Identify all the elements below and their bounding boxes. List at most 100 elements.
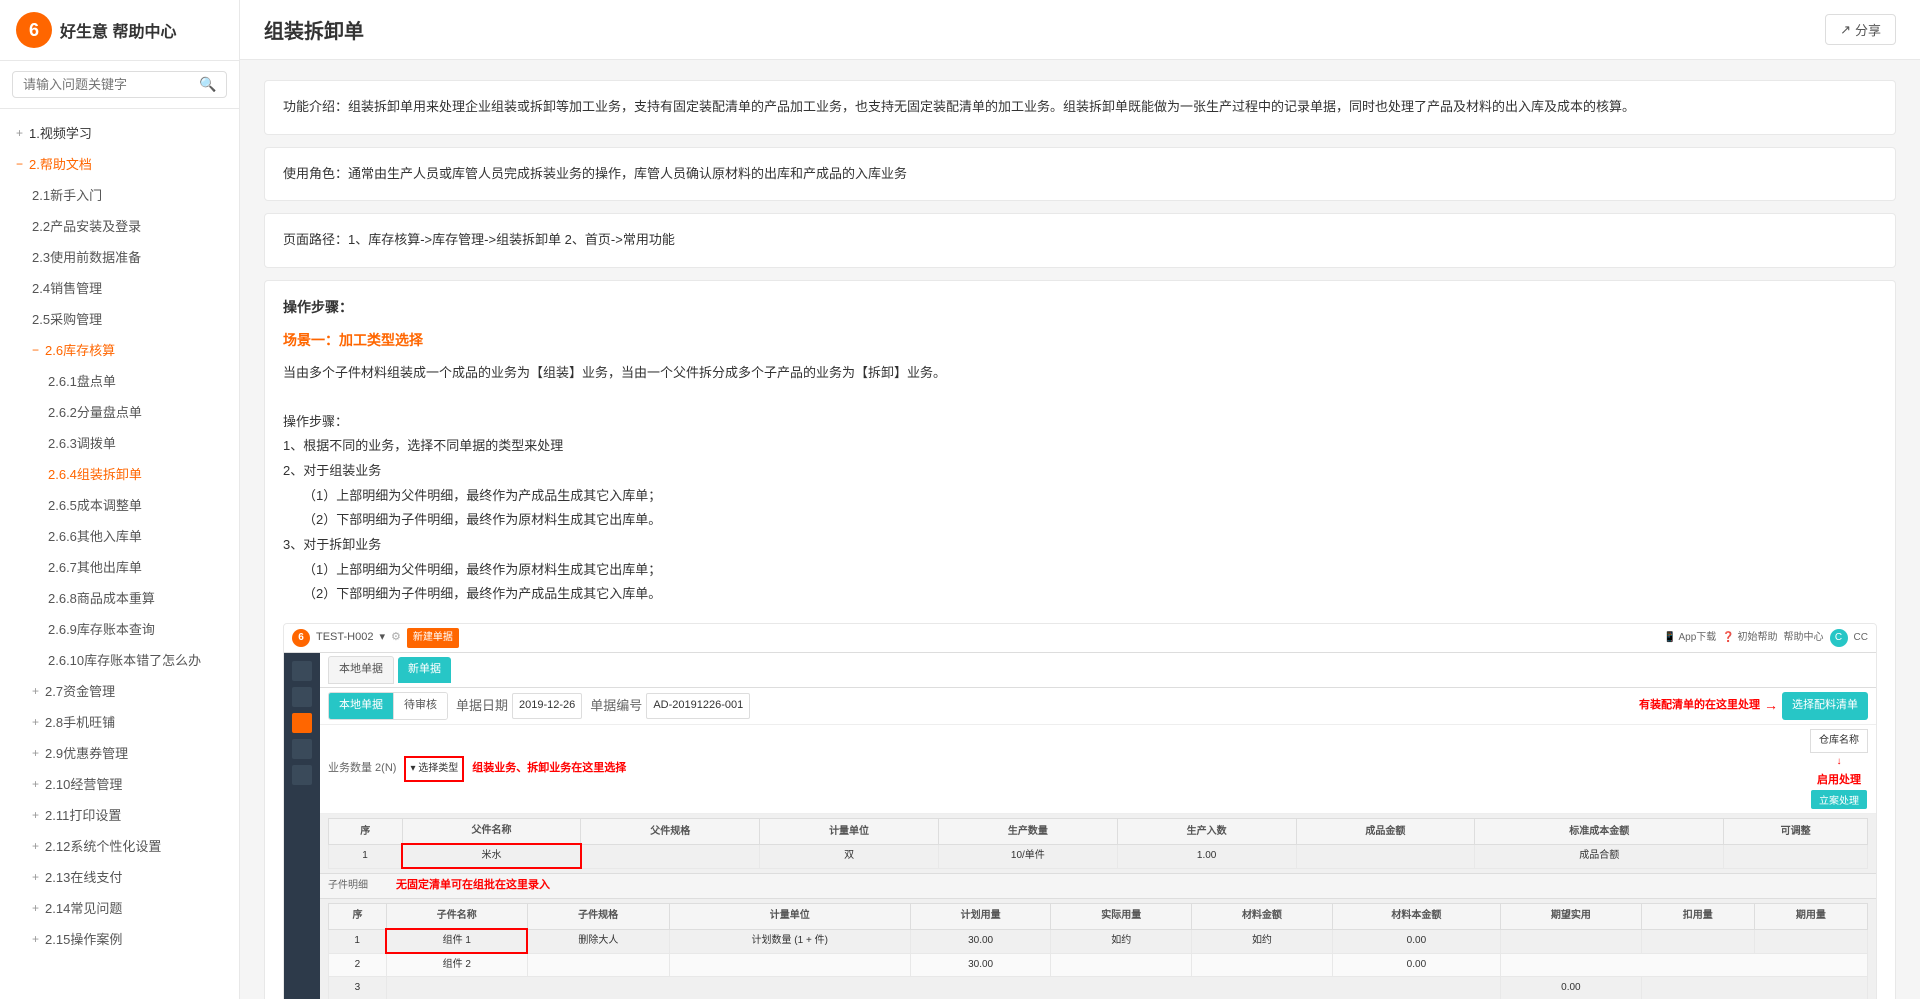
sidebar-item-system[interactable]: + 2.12系统个性化设置 <box>0 830 239 861</box>
ss-topbar-left: 6 TEST-H002 ▾ ⚙ 新建单据 <box>292 628 459 648</box>
ss-sidebar-icon <box>292 765 312 785</box>
ss-app-store: 📱 App下载 <box>1664 629 1716 647</box>
sidebar-item-inv261[interactable]: 2.6.1盘点单 <box>0 365 239 396</box>
sidebar-item-label: 2.12系统个性化设置 <box>45 836 161 855</box>
ss-lth-seq: 序 <box>329 904 387 930</box>
ss-ltd-spec: 删除大人 <box>527 929 669 953</box>
ss-tab-local[interactable]: 本地单据 <box>328 656 394 684</box>
ss-body: 本地单据 新单据 本地单据 待审核 <box>284 653 1876 999</box>
sidebar-item-inv2610[interactable]: 2.6.10库存账本错了怎么办 <box>0 644 239 675</box>
sidebar-item-inventory[interactable]: − 2.6库存核算 <box>0 334 239 365</box>
sidebar-item-payment[interactable]: + 2.13在线支付 <box>0 861 239 892</box>
sidebar-item-label: 2.13在线支付 <box>45 867 122 886</box>
ss-avatar: C <box>1830 629 1848 647</box>
ss-ltd-base: 0.00 <box>1332 929 1500 953</box>
ss-th-parent-name: 父件名称 <box>402 819 581 845</box>
sidebar-item-operation[interactable]: + 2.10经营管理 <box>0 768 239 799</box>
sidebar-item-inv267[interactable]: 2.6.7其他出库单 <box>0 551 239 582</box>
ss-date-val: 2019-12-26 <box>512 693 582 719</box>
ss-nav-btn: 新建单据 <box>407 628 459 648</box>
sidebar-item-label: 1.视频学习 <box>29 123 92 142</box>
path-block: 页面路径：1、库存核算->库存管理->组装拆卸单 2、首页->常用功能 <box>264 213 1896 268</box>
expand-icon: + <box>32 839 39 853</box>
sidebar-item-label: 2.6.5成本调整单 <box>48 495 142 514</box>
collapse-icon: − <box>16 157 23 171</box>
ss-sidebar-icon-active <box>292 713 312 733</box>
sidebar-item-video[interactable]: + 1.视频学习 <box>0 117 239 148</box>
sidebar-item-label: 2.6.3调拨单 <box>48 433 116 452</box>
ss-td-cost <box>1296 844 1475 868</box>
main-content: 组装拆卸单 ↗ 分享 功能介绍：组装拆卸单用来处理企业组装或拆卸等加工业务，支持… <box>240 0 1920 999</box>
step2: 2、对于组装业务 <box>283 459 1877 484</box>
search-box[interactable]: 🔍 <box>0 61 239 109</box>
step3-1: （1）上部明细为父件明细，最终作为原材料生成其它出库单； <box>283 558 1877 583</box>
search-input[interactable] <box>12 71 227 98</box>
sidebar-item-label: 2.11打印设置 <box>45 805 121 824</box>
sidebar-item-finance[interactable]: + 2.7资金管理 <box>0 675 239 706</box>
ss-upper-thead: 序 父件名称 父件规格 计量单位 生产数量 生产入数 成品金额 标准成本金额 <box>329 819 1868 845</box>
sidebar-item-inv263[interactable]: 2.6.3调拨单 <box>0 427 239 458</box>
sidebar-item-inv268[interactable]: 2.6.8商品成本重算 <box>0 582 239 613</box>
ss-ltd-ded <box>1641 929 1754 953</box>
ss-callout1-area: 有装配清单的在这里处理 → 选择配料清单 <box>1639 692 1868 720</box>
step2-1: （1）上部明细为父件明细，最终作为产成品生成其它入库单； <box>283 484 1877 509</box>
ss-callout1-btn[interactable]: 选择配料清单 <box>1782 692 1868 720</box>
ss-lth-deduct: 扣用量 <box>1641 904 1754 930</box>
ss-sidebar-icon <box>292 661 312 681</box>
sidebar-item-label: 2.1新手入门 <box>32 185 102 204</box>
ss-td-in: 1.00 <box>1117 844 1296 868</box>
ss-type-select[interactable]: ▾ 选择类型 <box>404 756 464 782</box>
ss-code-label: 单据编号 <box>590 694 642 717</box>
ss-lower-section: 子件明细 无固定清单可在组批在这里录入 序 子件名称 <box>320 873 1876 999</box>
table-row: 2 组件 2 30.00 0.00 <box>329 953 1868 977</box>
search-button[interactable]: 🔍 <box>199 76 216 93</box>
ss-lth-expect: 期望实用 <box>1501 904 1642 930</box>
sidebar-item-faq[interactable]: + 2.14常见问题 <box>0 892 239 923</box>
sidebar-item-label: 2.帮助文档 <box>29 154 92 173</box>
ss-type-btn-local[interactable]: 本地单据 <box>329 693 394 719</box>
ss-ltd-seq: 3 <box>329 977 387 999</box>
page-header: 组装拆卸单 ↗ 分享 <box>240 0 1920 60</box>
sidebar-item-purchase[interactable]: 2.5采购管理 <box>0 303 239 334</box>
nav-tree: + 1.视频学习 − 2.帮助文档 2.1新手入门 2.2产品安装及登录 2.3… <box>0 109 239 999</box>
sidebar-item-install[interactable]: 2.2产品安装及登录 <box>0 210 239 241</box>
logo-text: 好生意 帮助中心 <box>60 18 176 42</box>
sidebar-item-cases[interactable]: + 2.15操作案例 <box>0 923 239 954</box>
ss-lth-period: 期用量 <box>1754 904 1867 930</box>
ss-ltd-base: 0.00 <box>1332 953 1500 977</box>
ss-ltd-plan: 30.00 <box>910 929 1051 953</box>
sidebar-item-mobile[interactable]: + 2.8手机旺铺 <box>0 706 239 737</box>
sidebar-item-inv266[interactable]: 2.6.6其他入库单 <box>0 520 239 551</box>
expand-icon: + <box>16 126 23 140</box>
ss-callout2: 组装业务、拆卸业务在这里选择 <box>472 759 626 779</box>
sidebar-item-inv264[interactable]: 2.6.4组装拆卸单 <box>0 458 239 489</box>
expand-icon: + <box>32 684 39 698</box>
sidebar-item-sales[interactable]: 2.4销售管理 <box>0 272 239 303</box>
sidebar-item-coupon[interactable]: + 2.9优惠券管理 <box>0 737 239 768</box>
share-button[interactable]: ↗ 分享 <box>1825 14 1896 45</box>
sidebar-item-newbie[interactable]: 2.1新手入门 <box>0 179 239 210</box>
ss-td-seq: 1 <box>329 844 403 868</box>
ss-sidebar-icon <box>292 687 312 707</box>
ss-settings-icon: ⚙ <box>391 628 401 648</box>
ss-lower-label: 子件明细 无固定清单可在组批在这里录入 <box>320 873 1876 899</box>
sidebar-item-inv262[interactable]: 2.6.2分量盘点单 <box>0 396 239 427</box>
ss-type-btn-pending[interactable]: 待审核 <box>394 693 447 719</box>
sidebar-item-inv269[interactable]: 2.6.9库存账本查询 <box>0 613 239 644</box>
ss-tab-new[interactable]: 新单据 <box>398 657 451 683</box>
intro-text: 功能介绍：组装拆卸单用来处理企业组装或拆卸等加工业务，支持有固定装配清单的产品加… <box>283 95 1877 120</box>
expand-icon: + <box>32 932 39 946</box>
sidebar-item-label: 2.6.10库存账本错了怎么办 <box>48 650 201 669</box>
sidebar-item-label: 2.6.6其他入库单 <box>48 526 142 545</box>
step2-2: （2）下部明细为子件明细，最终作为原材料生成其它出库单。 <box>283 508 1877 533</box>
main-body: 功能介绍：组装拆卸单用来处理企业组装或拆卸等加工业务，支持有固定装配清单的产品加… <box>240 60 1920 999</box>
ss-warehouse-label: 仓库名称 <box>1819 735 1859 746</box>
ss-td-spec <box>581 844 760 868</box>
sidebar-item-prepare[interactable]: 2.3使用前数据准备 <box>0 241 239 272</box>
screenshot-img: 6 TEST-H002 ▾ ⚙ 新建单据 📱 App下载 ❓ 初始帮助 帮助中心… <box>284 624 1876 999</box>
sidebar-item-inv265[interactable]: 2.6.5成本调整单 <box>0 489 239 520</box>
ss-process-btn[interactable]: 立案处理 <box>1811 790 1867 809</box>
ss-td-std: 成品合额 <box>1475 844 1724 868</box>
sidebar-item-docs[interactable]: − 2.帮助文档 <box>0 148 239 179</box>
sidebar-item-print[interactable]: + 2.11打印设置 <box>0 799 239 830</box>
